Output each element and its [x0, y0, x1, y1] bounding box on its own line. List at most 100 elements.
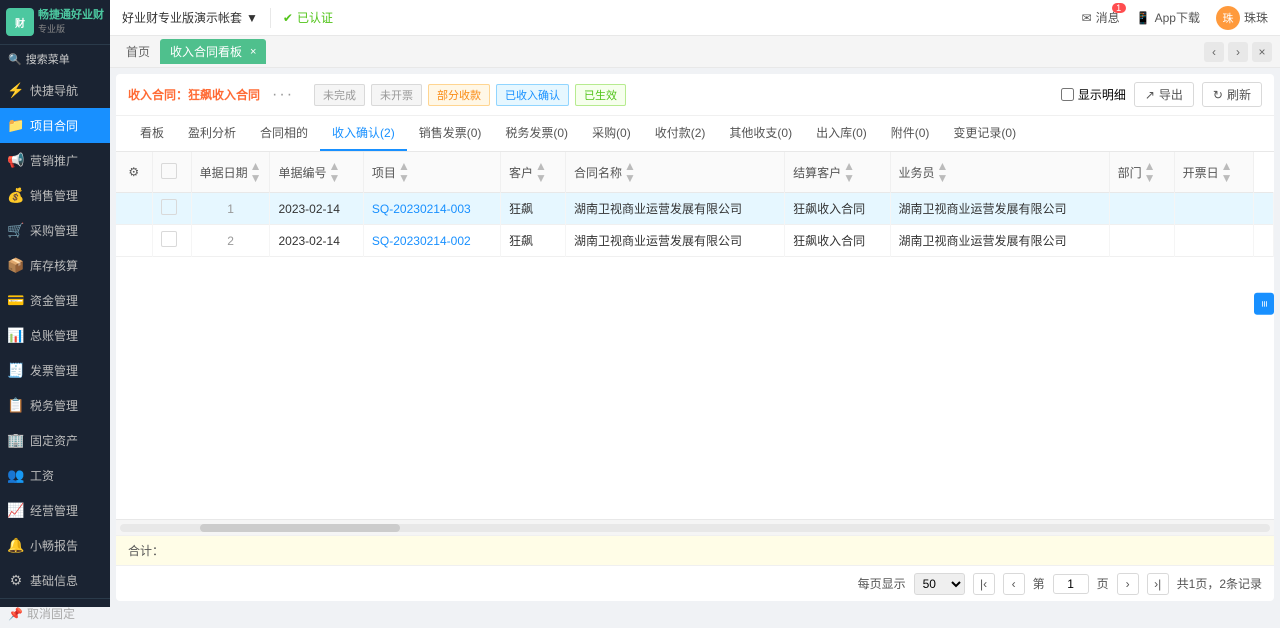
sub-tab-payment[interactable]: 收付款(2)	[643, 116, 718, 151]
col-salesperson[interactable]: 业务员▲▼	[890, 152, 1109, 193]
sub-tab-board[interactable]: 看板	[128, 116, 176, 151]
table-row[interactable]: 2 2023-02-14 SQ-20230214-002 狂飙 湖南卫视商业运营…	[116, 225, 1274, 257]
sort-department[interactable]: ▲▼	[1144, 160, 1156, 184]
tag-active[interactable]: 已生效	[575, 84, 626, 106]
sidebar-item-tax[interactable]: 📋 税务管理	[0, 388, 110, 423]
sub-tab-change-log[interactable]: 变更记录(0)	[941, 116, 1028, 151]
tab-navigation: ‹ › ×	[1204, 42, 1272, 62]
user-profile[interactable]: 珠 珠珠	[1216, 6, 1268, 30]
tab-close-btn[interactable]: ×	[1252, 42, 1272, 62]
sort-date[interactable]: ▲▼	[250, 160, 262, 184]
page-input[interactable]	[1053, 574, 1089, 594]
col-settle-customer[interactable]: 结算客户▲▼	[785, 152, 890, 193]
sidebar-item-fixed-asset[interactable]: 🏢 固定资产	[0, 423, 110, 458]
sort-invoice-date[interactable]: ▲▼	[1221, 160, 1233, 184]
sidebar-item-sales[interactable]: 💰 销售管理	[0, 178, 110, 213]
col-settings[interactable]: ⚙	[116, 152, 152, 193]
company-selector[interactable]: 好业财专业版演示帐套 ▼	[122, 9, 258, 26]
sub-tab-contract-related[interactable]: 合同相的	[248, 116, 320, 151]
col-customer[interactable]: 客户▲▼	[500, 152, 565, 193]
refresh-btn[interactable]: ↻ 刷新	[1202, 82, 1262, 107]
sidebar-item-general[interactable]: 📊 总账管理	[0, 318, 110, 353]
sort-settle-customer[interactable]: ▲▼	[843, 160, 855, 184]
page-size-select[interactable]: 10 20 50 100	[914, 573, 965, 595]
sidebar-bottom[interactable]: 📌 取消固定	[0, 598, 110, 628]
header-checkbox[interactable]	[161, 163, 177, 179]
detail-checkbox-input[interactable]	[1061, 88, 1074, 101]
float-action-btn[interactable]: ≡	[1254, 292, 1274, 314]
sort-number[interactable]: ▲▼	[329, 160, 341, 184]
sort-project[interactable]: ▲▼	[398, 160, 410, 184]
first-page-btn[interactable]: |‹	[973, 573, 995, 595]
tab-close-icon[interactable]: ×	[250, 46, 256, 58]
sidebar-item-project[interactable]: 📁 项目合同	[0, 108, 110, 143]
message-btn[interactable]: ✉ 1 消息	[1082, 9, 1120, 26]
sidebar-item-search[interactable]: 🔍 搜索菜单	[0, 45, 110, 73]
sub-tab-other[interactable]: 其他收支(0)	[717, 116, 804, 151]
last-page-btn[interactable]: ›|	[1147, 573, 1169, 595]
table-row[interactable]: 1 2023-02-14 SQ-20230214-003 狂飙 湖南卫视商业运营…	[116, 193, 1274, 225]
tag-partial[interactable]: 部分收款	[428, 84, 490, 106]
col-date[interactable]: 单据日期▲▼	[191, 152, 270, 193]
sidebar-item-fund[interactable]: 💳 资金管理	[0, 283, 110, 318]
fixed-asset-label: 固定资产	[30, 432, 78, 449]
tab-home[interactable]: 首页	[118, 39, 158, 64]
tag-uninvoiced[interactable]: 未开票	[371, 84, 422, 106]
project-label: 项目合同	[30, 117, 78, 134]
more-btn[interactable]: ···	[272, 86, 294, 104]
sidebar-item-invoice[interactable]: 🧾 发票管理	[0, 353, 110, 388]
number-link[interactable]: SQ-20230214-002	[372, 234, 471, 248]
invoice-label: 发票管理	[30, 362, 78, 379]
sidebar-item-inventory[interactable]: 📦 库存核算	[0, 248, 110, 283]
horizontal-scrollbar[interactable]	[116, 519, 1274, 535]
export-btn[interactable]: ↗ 导出	[1134, 82, 1194, 107]
sidebar-item-report[interactable]: 🔔 小畅报告	[0, 528, 110, 563]
sidebar-item-quick-nav[interactable]: ⚡ 快捷导航	[0, 73, 110, 108]
sort-customer[interactable]: ▲▼	[535, 160, 547, 184]
number-link[interactable]: SQ-20230214-003	[372, 202, 471, 216]
app-download-btn[interactable]: 📱 App下载	[1136, 9, 1200, 26]
col-department[interactable]: 部门▲▼	[1109, 152, 1174, 193]
sub-tab-tax-invoice[interactable]: 税务发票(0)	[493, 116, 580, 151]
tab-prev-btn[interactable]: ‹	[1204, 42, 1224, 62]
row-checkbox[interactable]	[161, 199, 177, 215]
col-checkbox[interactable]	[152, 152, 191, 193]
sort-salesperson[interactable]: ▲▼	[937, 160, 949, 184]
page-label: 第	[1033, 575, 1045, 592]
row-checkbox[interactable]	[161, 231, 177, 247]
row-check[interactable]	[152, 225, 191, 257]
sidebar-item-marketing[interactable]: 📢 营销推广	[0, 143, 110, 178]
topbar: 好业财专业版演示帐套 ▼ ✔ 已认证 ✉ 1 消息 📱 App下载 珠 珠珠	[110, 0, 1280, 36]
sort-contract-name[interactable]: ▲▼	[624, 160, 636, 184]
sidebar-item-ops[interactable]: 📈 经营管理	[0, 493, 110, 528]
scroll-track[interactable]	[120, 524, 1270, 532]
tab-contract-board[interactable]: 收入合同看板 ×	[160, 39, 266, 64]
sub-tab-profit[interactable]: 盈利分析	[176, 116, 248, 151]
cell-number[interactable]: SQ-20230214-003	[363, 193, 500, 225]
show-detail-checkbox[interactable]: 显示明细	[1061, 82, 1126, 107]
col-contract-name[interactable]: 合同名称▲▼	[566, 152, 785, 193]
cell-number[interactable]: SQ-20230214-002	[363, 225, 500, 257]
col-number[interactable]: 单据编号▲▼	[270, 152, 363, 193]
tag-uncomplete[interactable]: 未完成	[314, 84, 365, 106]
sub-tab-attachment[interactable]: 附件(0)	[879, 116, 942, 151]
scroll-thumb[interactable]	[200, 524, 400, 532]
tabs-bar: 首页 收入合同看板 × ‹ › ×	[110, 36, 1280, 68]
sub-tab-revenue-confirm[interactable]: 收入确认(2)	[320, 116, 407, 151]
sidebar-item-purchase[interactable]: 🛒 采购管理	[0, 213, 110, 248]
sub-tab-warehouse[interactable]: 出入库(0)	[804, 116, 879, 151]
sidebar-item-hr[interactable]: 👥 工资	[0, 458, 110, 493]
certified-label: 已认证	[297, 9, 333, 26]
sidebar-item-basic[interactable]: ⚙ 基础信息	[0, 563, 110, 598]
col-project[interactable]: 项目▲▼	[363, 152, 500, 193]
row-num: 1	[191, 193, 270, 225]
topbar-divider	[270, 8, 271, 28]
prev-page-btn[interactable]: ‹	[1003, 573, 1025, 595]
tag-confirmed[interactable]: 已收入确认	[496, 84, 569, 106]
sub-tab-sales-invoice[interactable]: 销售发票(0)	[407, 116, 494, 151]
next-page-btn[interactable]: ›	[1117, 573, 1139, 595]
row-check[interactable]	[152, 193, 191, 225]
col-invoice-date[interactable]: 开票日▲▼	[1174, 152, 1253, 193]
sub-tab-purchase[interactable]: 采购(0)	[580, 116, 643, 151]
tab-next-btn[interactable]: ›	[1228, 42, 1248, 62]
